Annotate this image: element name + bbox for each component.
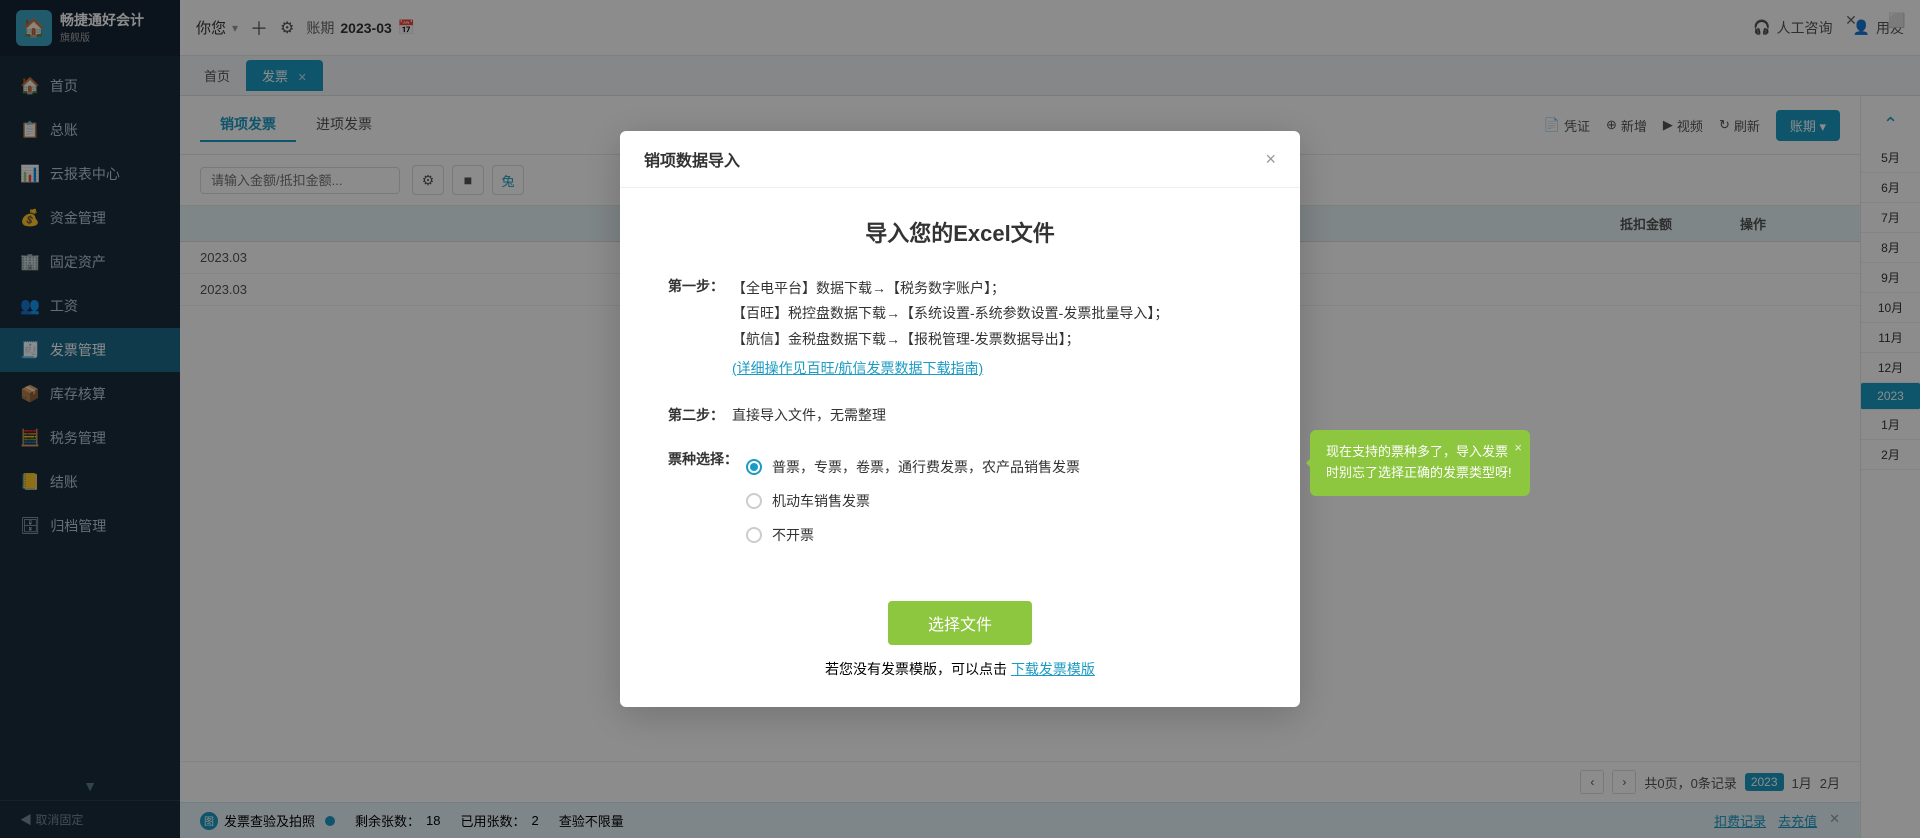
modal-overlay: 销项数据导入 × 导入您的Excel文件 第一步： 【全电平台】数据下载→【税务… xyxy=(0,0,1920,838)
step1-label: 第一步： xyxy=(668,276,724,296)
modal-close-btn[interactable]: × xyxy=(1265,149,1276,170)
radio-item-2[interactable]: 不开票 xyxy=(746,525,1080,545)
step1-line3: 【航信】金税盘数据下载→【报税管理-发票数据导出】； xyxy=(732,327,1168,352)
download-template-link[interactable]: 下载发票模版 xyxy=(1011,661,1095,677)
modal-header: 销项数据导入 × xyxy=(620,131,1300,188)
footer-note: 若您没有发票模版，可以点击 下载发票模版 xyxy=(825,659,1095,679)
ticket-selection: 票种选择： 普票，专票，卷票，通行费发票，农产品销售发票 机动车销售发票 xyxy=(668,449,1252,545)
modal-body: 导入您的Excel文件 第一步： 【全电平台】数据下载→【税务数字账户】； 【百… xyxy=(620,188,1300,601)
step2-label: 第二步： xyxy=(668,405,724,425)
modal-main-title: 导入您的Excel文件 xyxy=(668,216,1252,248)
footer-note-text: 若您没有发票模版，可以点击 xyxy=(825,661,1007,677)
radio-item-0[interactable]: 普票，专票，卷票，通行费发票，农产品销售发票 xyxy=(746,457,1080,477)
step1-content: 【全电平台】数据下载→【税务数字账户】； 【百旺】税控盘数据下载→【系统设置-系… xyxy=(732,276,1168,381)
step1-line2: 【百旺】税控盘数据下载→【系统设置-系统参数设置-发票批量导入】； xyxy=(732,301,1168,326)
radio-circle-1 xyxy=(746,493,762,509)
tooltip-balloon: × 现在支持的票种多了，导入发票时别忘了选择正确的发票类型呀! xyxy=(1310,430,1530,496)
step1-block: 第一步： 【全电平台】数据下载→【税务数字账户】； 【百旺】税控盘数据下载→【系… xyxy=(668,276,1252,381)
radio-circle-0 xyxy=(746,459,762,475)
modal-title: 销项数据导入 xyxy=(644,147,740,171)
modal-footer: 选择文件 若您没有发票模版，可以点击 下载发票模版 xyxy=(620,601,1300,707)
step1-line1: 【全电平台】数据下载→【税务数字账户】； xyxy=(732,276,1168,301)
step2-block: 第二步： 直接导入文件，无需整理 xyxy=(668,405,1252,425)
import-modal: 销项数据导入 × 导入您的Excel文件 第一步： 【全电平台】数据下载→【税务… xyxy=(620,131,1300,707)
radio-label-0: 普票，专票，卷票，通行费发票，农产品销售发票 xyxy=(772,457,1080,477)
radio-circle-2 xyxy=(746,527,762,543)
step1-guide-link[interactable]: (详细操作见百旺/航信发票数据下载指南) xyxy=(732,360,983,376)
radio-label-2: 不开票 xyxy=(772,525,814,545)
ticket-label: 票种选择： xyxy=(668,449,738,469)
radio-label-1: 机动车销售发票 xyxy=(772,491,870,511)
tooltip-close-btn[interactable]: × xyxy=(1514,438,1522,459)
radio-item-1[interactable]: 机动车销售发票 xyxy=(746,491,1080,511)
step2-text: 直接导入文件，无需整理 xyxy=(732,405,886,425)
select-file-btn[interactable]: 选择文件 xyxy=(888,601,1032,645)
radio-group: 普票，专票，卷票，通行费发票，农产品销售发票 机动车销售发票 不开票 xyxy=(746,457,1080,545)
tooltip-text: 现在支持的票种多了，导入发票时别忘了选择正确的发票类型呀! xyxy=(1326,444,1512,480)
